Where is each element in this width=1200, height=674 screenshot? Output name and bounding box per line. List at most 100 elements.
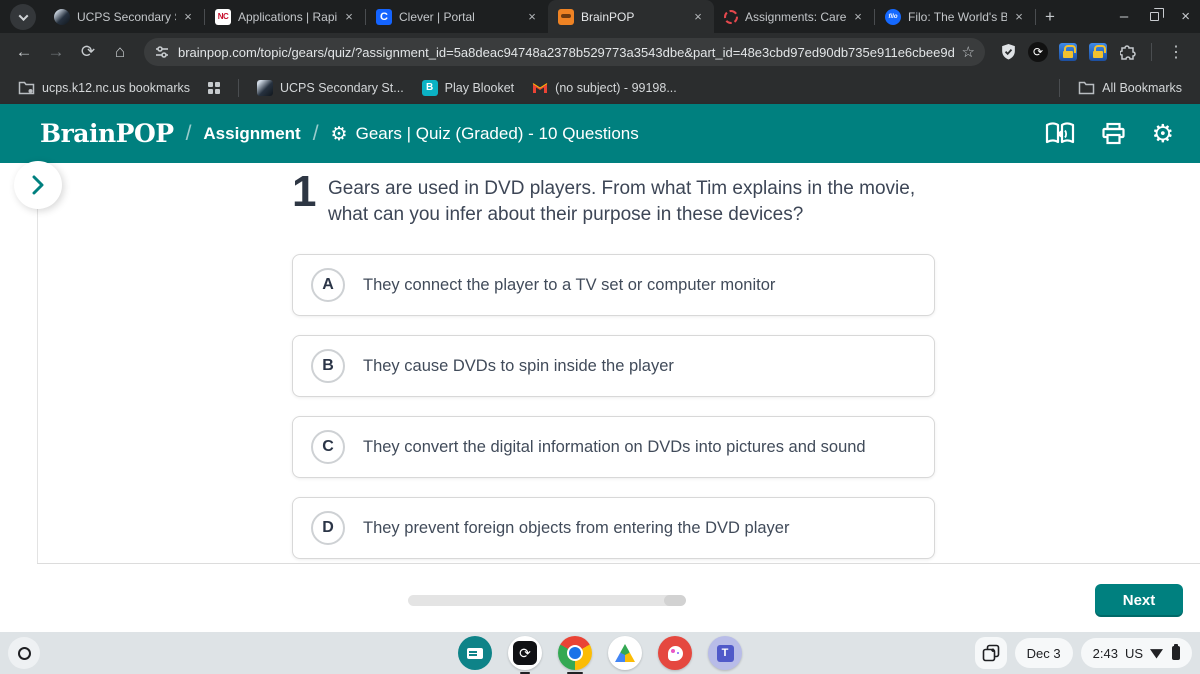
- header-actions: ⚙: [1045, 121, 1174, 146]
- bookmarks-bar: ucps.k12.nc.us bookmarks UCPS Secondary …: [0, 71, 1200, 104]
- minimize-button[interactable]: –: [1120, 9, 1128, 24]
- quiz-progress-bar[interactable]: [408, 595, 686, 606]
- print-icon[interactable]: [1101, 122, 1126, 146]
- reload-button[interactable]: ⟳: [74, 38, 102, 66]
- question-number: 1: [292, 167, 317, 216]
- wallet-app-icon[interactable]: [458, 636, 492, 670]
- option-letter-badge: C: [311, 430, 345, 464]
- screen-capture-icon: [982, 644, 999, 662]
- sidebar-expand-button[interactable]: [14, 161, 62, 209]
- quiz-page-title: Gears | Quiz (Graded) - 10 Questions: [355, 123, 639, 143]
- next-button[interactable]: Next: [1095, 584, 1183, 617]
- ucps-favicon-icon: [257, 79, 273, 96]
- close-icon[interactable]: ×: [180, 9, 196, 25]
- sidebar-border: [37, 163, 38, 563]
- bookmark-star-icon[interactable]: ☆: [962, 43, 975, 61]
- answer-option-c[interactable]: C They convert the digital information o…: [292, 416, 935, 478]
- nc-favicon-icon: NC: [215, 8, 231, 25]
- restore-button[interactable]: [1150, 8, 1165, 21]
- battery-icon: [1172, 644, 1180, 660]
- bookmark-label: Play Blooket: [444, 80, 515, 95]
- launcher-button[interactable]: [8, 637, 40, 669]
- answer-option-b[interactable]: B They cause DVDs to spin inside the pla…: [292, 335, 935, 397]
- chrome-canvas-app-icon[interactable]: [658, 636, 692, 670]
- extensions-puzzle-icon[interactable]: [1115, 39, 1141, 65]
- managed-bookmarks-folder[interactable]: ucps.k12.nc.us bookmarks: [12, 78, 196, 98]
- answer-option-d[interactable]: D They prevent foreign objects from ente…: [292, 497, 935, 559]
- brainpop-logo[interactable]: BrainPOP: [40, 119, 174, 148]
- google-drive-app-icon[interactable]: [608, 636, 642, 670]
- close-icon[interactable]: ×: [1011, 9, 1027, 25]
- quiz-content: 1 Gears are used in DVD players. From wh…: [0, 161, 1200, 563]
- chevron-down-icon: [18, 10, 28, 21]
- bookmark-play-blooket[interactable]: B Play Blooket: [416, 77, 520, 99]
- browser-menu-button[interactable]: ⋮: [1162, 38, 1190, 66]
- dashed-circle-favicon-icon: [724, 9, 738, 24]
- option-letter-badge: A: [311, 268, 345, 302]
- read-aloud-icon[interactable]: [1045, 121, 1075, 146]
- tab-title: Applications | RapidIde: [238, 9, 337, 24]
- brainpop-favicon-icon: [558, 8, 574, 25]
- tab-brainpop-active[interactable]: BrainPOP ×: [548, 0, 714, 33]
- lock-extension-icon[interactable]: [1055, 39, 1081, 65]
- tab-ucps-secondary[interactable]: UCPS Secondary Start ×: [44, 0, 204, 33]
- all-bookmarks-button[interactable]: All Bookmarks: [1072, 78, 1188, 98]
- chrome-app-icon[interactable]: [558, 636, 592, 674]
- close-icon[interactable]: ×: [690, 9, 706, 25]
- tab-strip: UCPS Secondary Start × NC Applications |…: [0, 0, 1200, 33]
- tab-search-button[interactable]: [10, 4, 36, 30]
- bookmark-gmail-no-subject[interactable]: (no subject) - 99198...: [526, 78, 683, 98]
- forward-button[interactable]: →: [42, 38, 70, 66]
- address-bar[interactable]: brainpop.com/topic/gears/quiz/?assignmen…: [144, 38, 985, 66]
- shield-check-extension-icon[interactable]: [995, 39, 1021, 65]
- home-button[interactable]: ⌂: [106, 38, 134, 66]
- close-icon[interactable]: ×: [341, 9, 357, 25]
- bookmark-label: (no subject) - 99198...: [555, 80, 677, 95]
- apps-grid-icon: [208, 81, 220, 94]
- date-pill[interactable]: Dec 3: [1014, 638, 1073, 668]
- tab-assignments-career[interactable]: Assignments: Career E ×: [714, 0, 874, 33]
- chromeos-shelf: ⟳ T Dec 3 2:43 US: [0, 632, 1200, 674]
- brainpop-header: BrainPOP / Assignment / ⚙ Gears | Quiz (…: [0, 104, 1200, 163]
- bookmark-ucps-secondary[interactable]: UCPS Secondary St...: [251, 77, 410, 99]
- progress-thumb[interactable]: [664, 595, 686, 606]
- new-tab-button[interactable]: +: [1036, 3, 1064, 31]
- back-button[interactable]: ←: [10, 38, 38, 66]
- folder-gear-icon: [18, 81, 35, 94]
- shelf-date: Dec 3: [1026, 645, 1061, 661]
- status-tray-pill[interactable]: 2:43 US: [1080, 638, 1192, 668]
- securly-app-icon[interactable]: ⟳: [508, 636, 542, 674]
- option-letter-badge: D: [311, 511, 345, 545]
- close-icon[interactable]: ×: [850, 9, 866, 25]
- site-info-icon[interactable]: [154, 44, 170, 60]
- securly-extension-icon[interactable]: ⟳: [1025, 39, 1051, 65]
- window-close-button[interactable]: ×: [1181, 9, 1190, 24]
- clever-favicon-icon: C: [376, 8, 392, 25]
- tab-title: Clever | Portal: [399, 9, 475, 24]
- gear-icon: ⚙: [330, 122, 348, 145]
- window-controls: – ×: [1120, 0, 1190, 33]
- tab-title: Filo: The World's Best S: [908, 9, 1007, 24]
- breadcrumb-assignment[interactable]: Assignment: [203, 124, 300, 144]
- close-icon[interactable]: ×: [524, 9, 540, 25]
- shelf-region: US: [1124, 645, 1143, 661]
- settings-gear-icon[interactable]: ⚙: [1152, 121, 1174, 146]
- wifi-icon: [1150, 649, 1163, 659]
- ms-teams-app-icon[interactable]: T: [708, 636, 742, 670]
- launcher-icon: [17, 646, 31, 660]
- apps-grid-button[interactable]: [202, 79, 226, 97]
- screen-capture-button[interactable]: [974, 637, 1007, 669]
- question-block: 1 Gears are used in DVD players. From wh…: [292, 170, 935, 560]
- url-text[interactable]: brainpop.com/topic/gears/quiz/?assignmen…: [178, 45, 954, 60]
- option-text: They convert the digital information on …: [363, 437, 866, 456]
- chevron-right-icon: [32, 175, 44, 195]
- tab-rapididentity[interactable]: NC Applications | RapidIde ×: [205, 0, 365, 33]
- browser-toolbar: ← → ⟳ ⌂ brainpop.com/topic/gears/quiz/?a…: [0, 33, 1200, 71]
- answer-option-a[interactable]: A They connect the player to a TV set or…: [292, 254, 935, 316]
- tab-filo[interactable]: filo Filo: The World's Best S ×: [875, 0, 1035, 33]
- bookmark-label: UCPS Secondary St...: [280, 80, 404, 95]
- tab-clever[interactable]: C Clever | Portal ×: [366, 0, 548, 33]
- tab-title: UCPS Secondary Start: [77, 9, 176, 24]
- bookmarks-divider: [1059, 78, 1061, 97]
- lock-extension-icon-2[interactable]: [1085, 39, 1111, 65]
